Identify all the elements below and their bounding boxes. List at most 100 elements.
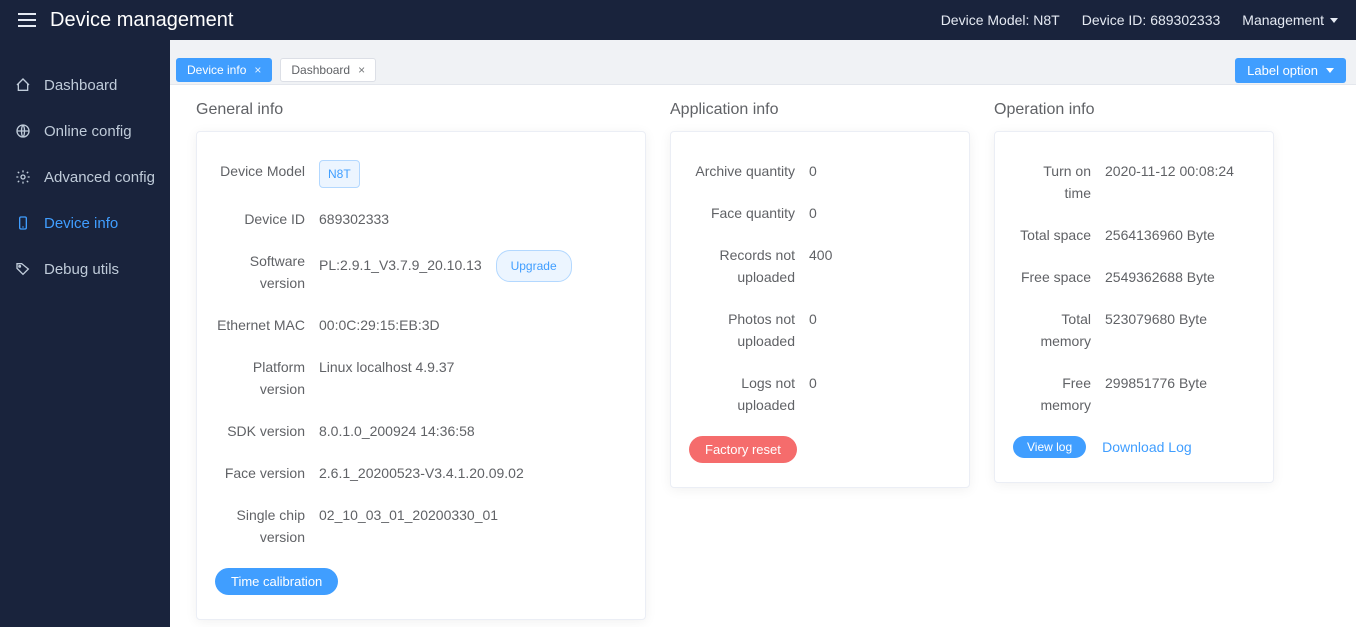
value: 689302333 xyxy=(319,208,627,230)
general-card: Device Model N8T Device ID 689302333 Sof… xyxy=(196,131,646,620)
close-icon[interactable]: × xyxy=(358,63,365,77)
label: Photos not uploaded xyxy=(689,308,809,352)
sidebar-item-online-config[interactable]: Online config xyxy=(0,108,170,154)
row-device-model: Device Model N8T xyxy=(215,150,627,198)
row-logs-not-uploaded: Logs not uploaded 0 xyxy=(689,362,951,426)
row-archive-quantity: Archive quantity 0 xyxy=(689,150,951,192)
tag-icon xyxy=(14,260,32,278)
sidebar: Dashboard Online config Advanced config … xyxy=(0,40,170,627)
label: Ethernet MAC xyxy=(215,314,319,336)
row-free-space: Free space 2549362688 Byte xyxy=(1013,256,1255,298)
label: Free memory xyxy=(1013,372,1105,416)
label: Single chip version xyxy=(215,504,319,548)
value: 02_10_03_01_20200330_01 xyxy=(319,504,627,526)
panel-operation-info: Operation info Turn on time 2020-11-12 0… xyxy=(994,99,1274,483)
label: Software version xyxy=(215,250,319,294)
tab-label: Device info xyxy=(187,63,246,77)
gear-icon xyxy=(14,168,32,186)
topbar-device-id: Device ID: 689302333 xyxy=(1082,12,1221,28)
label: Records not uploaded xyxy=(689,244,809,288)
panel-application-info: Application info Archive quantity 0 Face… xyxy=(670,99,970,488)
tab-dashboard[interactable]: Dashboard × xyxy=(280,58,376,82)
row-single-chip-version: Single chip version 02_10_03_01_20200330… xyxy=(215,494,627,558)
value: Linux localhost 4.9.37 xyxy=(319,356,627,378)
panel-title: Application info xyxy=(670,101,970,119)
row-platform-version: Platform version Linux localhost 4.9.37 xyxy=(215,346,627,410)
tab-row: Device info × Dashboard × xyxy=(176,58,376,82)
panels: General info Device Model N8T Device ID … xyxy=(196,99,1338,620)
label: Platform version xyxy=(215,356,319,400)
label: SDK version xyxy=(215,420,319,442)
close-icon[interactable]: × xyxy=(254,63,261,77)
sidebar-item-label: Device info xyxy=(44,215,118,232)
device-model-badge: N8T xyxy=(319,160,360,188)
application-actions: Factory reset xyxy=(689,436,951,463)
label: Face version xyxy=(215,462,319,484)
device-icon xyxy=(14,214,32,232)
value: 2020-11-12 00:08:24 xyxy=(1105,160,1255,182)
label-option-text: Label option xyxy=(1247,63,1318,78)
row-face-version: Face version 2.6.1_20200523-V3.4.1.20.09… xyxy=(215,452,627,494)
label-option-dropdown[interactable]: Label option xyxy=(1235,58,1346,83)
sidebar-item-label: Dashboard xyxy=(44,77,117,94)
row-photos-not-uploaded: Photos not uploaded 0 xyxy=(689,298,951,362)
row-sdk-version: SDK version 8.0.1.0_200924 14:36:58 xyxy=(215,410,627,452)
topbar: Device management Device Model: N8T Devi… xyxy=(0,0,1356,40)
operation-actions: View log Download Log xyxy=(1013,436,1255,458)
value: 2.6.1_20200523-V3.4.1.20.09.02 xyxy=(319,462,627,484)
chevron-down-icon xyxy=(1330,18,1338,23)
factory-reset-button[interactable]: Factory reset xyxy=(689,436,797,463)
row-device-id: Device ID 689302333 xyxy=(215,198,627,240)
software-version-value: PL:2.9.1_V3.7.9_20.10.13 xyxy=(319,257,482,273)
sidebar-item-label: Advanced config xyxy=(44,169,155,186)
view-log-button[interactable]: View log xyxy=(1013,436,1086,458)
label: Logs not uploaded xyxy=(689,372,809,416)
home-icon xyxy=(14,76,32,94)
sidebar-item-device-info[interactable]: Device info xyxy=(0,200,170,246)
value: 2564136960 Byte xyxy=(1105,224,1255,246)
row-turn-on-time: Turn on time 2020-11-12 00:08:24 xyxy=(1013,150,1255,214)
value: 2549362688 Byte xyxy=(1105,266,1255,288)
value: 0 xyxy=(809,372,951,394)
tab-device-info[interactable]: Device info × xyxy=(176,58,272,82)
main: Dashboard Online config Advanced config … xyxy=(0,40,1356,627)
label: Free space xyxy=(1013,266,1105,288)
sidebar-item-label: Debug utils xyxy=(44,261,119,278)
upgrade-button[interactable]: Upgrade xyxy=(496,250,572,282)
management-dropdown[interactable]: Management xyxy=(1242,12,1338,28)
topbar-device-model: Device Model: N8T xyxy=(941,12,1060,28)
value: 523079680 Byte xyxy=(1105,308,1255,330)
label: Device Model xyxy=(215,160,319,182)
value: 0 xyxy=(809,308,951,330)
value: PL:2.9.1_V3.7.9_20.10.13 Upgrade xyxy=(319,250,627,282)
topbar-left: Device management xyxy=(18,9,233,32)
label: Archive quantity xyxy=(689,160,809,182)
value: 400 xyxy=(809,244,951,266)
app-title: Device management xyxy=(50,9,233,32)
panel-general-info: General info Device Model N8T Device ID … xyxy=(196,99,646,620)
application-card: Archive quantity 0 Face quantity 0 Recor… xyxy=(670,131,970,488)
row-total-space: Total space 2564136960 Byte xyxy=(1013,214,1255,256)
value: 299851776 Byte xyxy=(1105,372,1255,394)
sidebar-item-debug-utils[interactable]: Debug utils xyxy=(0,246,170,292)
menu-toggle-icon[interactable] xyxy=(18,13,36,27)
value: 8.0.1.0_200924 14:36:58 xyxy=(319,420,627,442)
row-software-version: Software version PL:2.9.1_V3.7.9_20.10.1… xyxy=(215,240,627,304)
panel-title: Operation info xyxy=(994,101,1274,119)
row-total-memory: Total memory 523079680 Byte xyxy=(1013,298,1255,362)
time-calibration-button[interactable]: Time calibration xyxy=(215,568,338,595)
row-free-memory: Free memory 299851776 Byte xyxy=(1013,362,1255,426)
page-scroll[interactable]: General info Device Model N8T Device ID … xyxy=(170,84,1356,627)
label: Device ID xyxy=(215,208,319,230)
globe-icon xyxy=(14,122,32,140)
value: 00:0C:29:15:EB:3D xyxy=(319,314,627,336)
topbar-right: Device Model: N8T Device ID: 689302333 M… xyxy=(941,12,1338,28)
sidebar-item-advanced-config[interactable]: Advanced config xyxy=(0,154,170,200)
download-log-link[interactable]: Download Log xyxy=(1102,439,1192,455)
chevron-down-icon xyxy=(1326,68,1334,73)
general-actions: Time calibration xyxy=(215,568,627,595)
label: Total space xyxy=(1013,224,1105,246)
sidebar-item-dashboard[interactable]: Dashboard xyxy=(0,62,170,108)
value: 0 xyxy=(809,160,951,182)
row-ethernet-mac: Ethernet MAC 00:0C:29:15:EB:3D xyxy=(215,304,627,346)
